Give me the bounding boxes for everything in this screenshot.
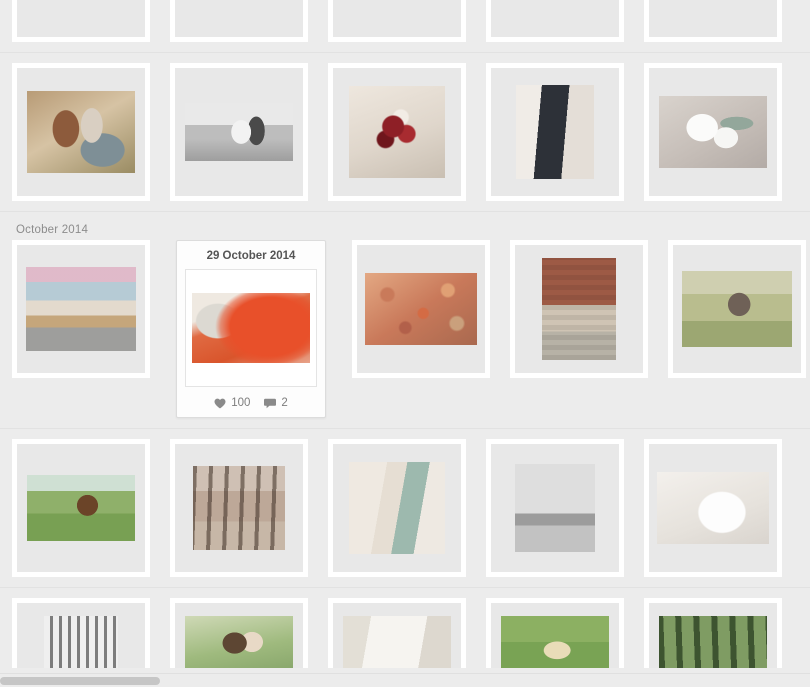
like-count: 100 bbox=[231, 397, 251, 409]
month-label: October 2014 bbox=[16, 224, 89, 236]
gallery-row-inner bbox=[0, 598, 810, 668]
selected-photo-frame bbox=[185, 269, 317, 387]
photo-frame[interactable] bbox=[170, 598, 308, 668]
photo-leaves[interactable] bbox=[365, 273, 477, 345]
gallery-item[interactable] bbox=[668, 220, 806, 418]
gallery-page: October 2014 29 October 2014 100 2 bbox=[0, 0, 810, 687]
photo-stats: 100 2 bbox=[185, 387, 317, 411]
photo-frame[interactable] bbox=[644, 439, 782, 577]
gallery-row bbox=[0, 428, 810, 587]
photo-frame[interactable] bbox=[486, 439, 624, 577]
gallery-row bbox=[0, 52, 810, 211]
photo-frame[interactable] bbox=[170, 439, 308, 577]
photo-frame[interactable] bbox=[644, 598, 782, 668]
gallery-row-inner bbox=[0, 63, 810, 201]
photo-forest[interactable] bbox=[659, 616, 767, 668]
photo-blonde-grass[interactable] bbox=[501, 616, 609, 668]
photo-graffiti[interactable] bbox=[26, 267, 136, 351]
photo-frame[interactable] bbox=[352, 240, 490, 378]
gallery-item[interactable] bbox=[12, 63, 150, 201]
gallery-row bbox=[0, 0, 810, 52]
photo-arms[interactable] bbox=[343, 616, 451, 668]
scrollbar-thumb[interactable] bbox=[0, 677, 160, 685]
gallery-row-inner bbox=[0, 439, 810, 577]
gallery-item[interactable] bbox=[170, 63, 308, 201]
gallery-item-selected[interactable]: 29 October 2014 100 2 bbox=[176, 220, 326, 418]
gallery-item[interactable] bbox=[486, 63, 624, 201]
gallery-rows: October 2014 29 October 2014 100 2 bbox=[0, 0, 810, 668]
photo-bw-vertical[interactable] bbox=[44, 616, 118, 668]
photo-kiss-green[interactable] bbox=[185, 616, 293, 668]
photo-bw-street[interactable] bbox=[515, 464, 595, 552]
gallery-row-inner bbox=[0, 0, 810, 42]
photo-frame[interactable] bbox=[12, 439, 150, 577]
comment-stat[interactable]: 2 bbox=[264, 397, 288, 409]
photo-frame[interactable] bbox=[510, 240, 648, 378]
gallery-item[interactable] bbox=[644, 439, 782, 577]
gallery-item[interactable] bbox=[486, 598, 624, 668]
gallery-item[interactable] bbox=[644, 63, 782, 201]
gallery-row: October 2014 29 October 2014 100 2 bbox=[0, 211, 810, 428]
photo-frame[interactable] bbox=[328, 439, 466, 577]
gallery-item[interactable] bbox=[12, 598, 150, 668]
gallery-item[interactable] bbox=[170, 439, 308, 577]
photo-frame[interactable] bbox=[12, 598, 150, 668]
photo-red-tie[interactable] bbox=[516, 85, 594, 179]
gallery-item[interactable] bbox=[486, 0, 624, 42]
photo-frame[interactable] bbox=[328, 598, 466, 668]
photo-frame[interactable] bbox=[170, 63, 308, 201]
gallery-item[interactable] bbox=[170, 598, 308, 668]
photo-woods[interactable] bbox=[193, 466, 285, 550]
photo-frame[interactable] bbox=[12, 0, 150, 42]
photo-frame[interactable] bbox=[644, 63, 782, 201]
selected-photo-date: 29 October 2014 bbox=[206, 250, 296, 262]
gallery-item[interactable] bbox=[12, 0, 150, 42]
photo-frame[interactable] bbox=[644, 0, 782, 42]
photo-brickwall[interactable] bbox=[542, 258, 616, 360]
month-label-spacer bbox=[668, 220, 806, 240]
like-stat[interactable]: 100 bbox=[214, 397, 250, 409]
photo-frame[interactable] bbox=[12, 63, 150, 201]
photo-white-flowers[interactable] bbox=[659, 96, 767, 168]
photo-field-girl[interactable] bbox=[682, 271, 792, 347]
speech-bubble-icon bbox=[264, 398, 277, 409]
comment-count: 2 bbox=[281, 397, 288, 409]
photo-bw-bike[interactable] bbox=[185, 103, 293, 161]
gallery-item[interactable] bbox=[328, 439, 466, 577]
photo-bouquet-red[interactable] bbox=[349, 86, 445, 178]
horizontal-scrollbar[interactable] bbox=[0, 673, 810, 687]
photo-couple-autumn[interactable] bbox=[27, 91, 135, 173]
month-label-spacer bbox=[352, 220, 490, 240]
photo-smoke-orange[interactable] bbox=[192, 293, 310, 363]
photo-frame[interactable] bbox=[668, 240, 806, 378]
gallery-item[interactable] bbox=[170, 0, 308, 42]
photo-horse[interactable] bbox=[27, 475, 135, 541]
photo-white-dress[interactable] bbox=[657, 472, 769, 544]
gallery-item[interactable]: October 2014 bbox=[12, 220, 150, 418]
photo-frame[interactable] bbox=[486, 0, 624, 42]
selected-photo-card[interactable]: 29 October 2014 100 2 bbox=[176, 240, 326, 418]
heart-icon bbox=[214, 398, 226, 409]
photo-frame[interactable] bbox=[486, 598, 624, 668]
photo-frame[interactable] bbox=[328, 0, 466, 42]
gallery-item[interactable] bbox=[486, 439, 624, 577]
month-label-spacer bbox=[510, 220, 648, 240]
gallery-row-inner: October 2014 29 October 2014 100 2 bbox=[0, 220, 810, 418]
photo-frame[interactable] bbox=[486, 63, 624, 201]
gallery-item[interactable] bbox=[644, 598, 782, 668]
photo-frame[interactable] bbox=[12, 240, 150, 378]
gallery-row bbox=[0, 587, 810, 668]
gallery-item[interactable] bbox=[352, 220, 490, 418]
gallery-item[interactable] bbox=[510, 220, 648, 418]
photo-bride-groom[interactable] bbox=[349, 462, 445, 554]
gallery-item[interactable] bbox=[12, 439, 150, 577]
gallery-item[interactable] bbox=[644, 0, 782, 42]
gallery-item[interactable] bbox=[328, 0, 466, 42]
gallery-item[interactable] bbox=[328, 598, 466, 668]
photo-frame[interactable] bbox=[170, 0, 308, 42]
gallery-item[interactable] bbox=[328, 63, 466, 201]
photo-frame[interactable] bbox=[328, 63, 466, 201]
month-label-spacer bbox=[176, 220, 326, 240]
